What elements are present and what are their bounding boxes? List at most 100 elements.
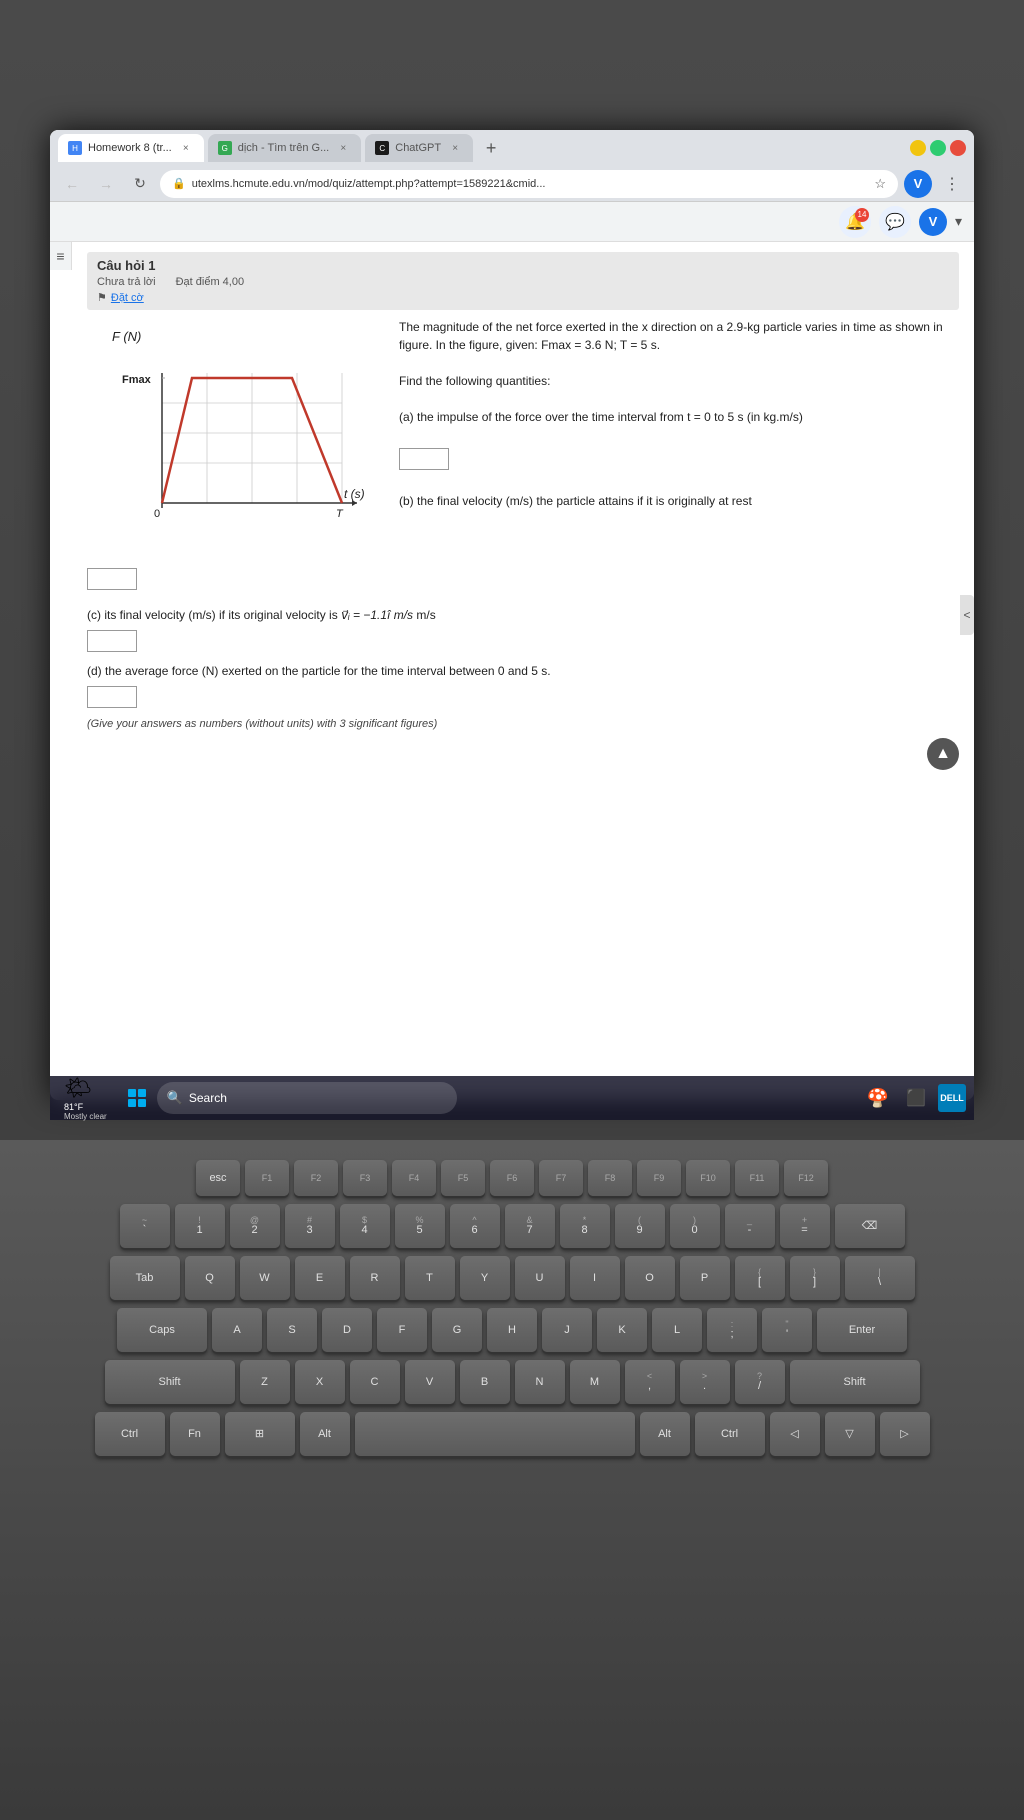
key-tab[interactable]: Tab (110, 1256, 180, 1300)
key-f7[interactable]: F7 (539, 1160, 583, 1196)
key-6[interactable]: ^6 (450, 1204, 500, 1248)
key-windows[interactable]: ⊞ (225, 1412, 295, 1456)
new-tab-button[interactable]: + (477, 134, 505, 162)
key-f12[interactable]: F12 (784, 1160, 828, 1196)
key-1[interactable]: !1 (175, 1204, 225, 1248)
tab3-close[interactable]: × (447, 140, 463, 156)
key-f4[interactable]: F4 (392, 1160, 436, 1196)
bookmark-star-icon[interactable]: ☆ (874, 176, 886, 192)
sidebar-toggle-button[interactable]: < (960, 595, 974, 635)
key-right-shift[interactable]: Shift (790, 1360, 920, 1404)
key-backslash[interactable]: |\ (845, 1256, 915, 1300)
tab2-close[interactable]: × (335, 140, 351, 156)
scroll-to-top-button[interactable]: ▲ (927, 738, 959, 770)
key-v[interactable]: V (405, 1360, 455, 1404)
key-left-alt[interactable]: Alt (300, 1412, 350, 1456)
key-l[interactable]: L (652, 1308, 702, 1352)
key-f9[interactable]: F9 (637, 1160, 681, 1196)
key-period[interactable]: >. (680, 1360, 730, 1404)
key-arrow-right[interactable]: ▷ (880, 1412, 930, 1456)
key-right-alt[interactable]: Alt (640, 1412, 690, 1456)
key-q[interactable]: Q (185, 1256, 235, 1300)
answer-d-input[interactable] (87, 686, 137, 708)
key-z[interactable]: Z (240, 1360, 290, 1404)
key-h[interactable]: H (487, 1308, 537, 1352)
key-backtick[interactable]: ~` (120, 1204, 170, 1248)
key-backspace[interactable]: ⌫ (835, 1204, 905, 1248)
key-x[interactable]: X (295, 1360, 345, 1404)
key-left-shift[interactable]: Shift (105, 1360, 235, 1404)
key-caps[interactable]: Caps (117, 1308, 207, 1352)
key-f10[interactable]: F10 (686, 1160, 730, 1196)
answer-a-right-input[interactable] (399, 448, 449, 470)
key-p[interactable]: P (680, 1256, 730, 1300)
key-t[interactable]: T (405, 1256, 455, 1300)
refresh-button[interactable]: ↻ (126, 170, 154, 198)
key-u[interactable]: U (515, 1256, 565, 1300)
weather-widget[interactable]: 🌤 81°F Mostly clear (58, 1075, 113, 1121)
key-f[interactable]: F (377, 1308, 427, 1352)
profile-dropdown-btn[interactable]: ▾ (955, 213, 962, 230)
key-arrow-down[interactable]: ▽ (825, 1412, 875, 1456)
chat-button[interactable]: 💬 (879, 206, 911, 238)
taskbar-app-square-icon[interactable]: ⬛ (900, 1082, 932, 1114)
key-g[interactable]: G (432, 1308, 482, 1352)
key-n[interactable]: N (515, 1360, 565, 1404)
window-minimize-btn[interactable] (910, 140, 926, 156)
key-m[interactable]: M (570, 1360, 620, 1404)
key-e[interactable]: E (295, 1256, 345, 1300)
key-r[interactable]: R (350, 1256, 400, 1300)
browser-tab-2[interactable]: G dịch - Tìm trên G... × (208, 134, 362, 162)
key-enter[interactable]: Enter (817, 1308, 907, 1352)
answer-a-input[interactable] (87, 568, 137, 590)
key-7[interactable]: &7 (505, 1204, 555, 1248)
key-9[interactable]: (9 (615, 1204, 665, 1248)
key-3[interactable]: #3 (285, 1204, 335, 1248)
answer-c-input[interactable] (87, 630, 137, 652)
flag-button[interactable]: Đặt cờ (111, 292, 144, 304)
key-i[interactable]: I (570, 1256, 620, 1300)
key-f11[interactable]: F11 (735, 1160, 779, 1196)
taskbar-search-bar[interactable]: 🔍 Search (157, 1082, 457, 1114)
tab1-close[interactable]: × (178, 140, 194, 156)
key-arrow-left[interactable]: ◁ (770, 1412, 820, 1456)
key-f8[interactable]: F8 (588, 1160, 632, 1196)
browser-menu-button[interactable]: ⋮ (938, 170, 966, 198)
key-y[interactable]: Y (460, 1256, 510, 1300)
back-button[interactable]: ← (58, 170, 86, 198)
key-f3[interactable]: F3 (343, 1160, 387, 1196)
profile-avatar-button[interactable]: V (919, 208, 947, 236)
key-0[interactable]: )0 (670, 1204, 720, 1248)
key-equals[interactable]: += (780, 1204, 830, 1248)
key-f5[interactable]: F5 (441, 1160, 485, 1196)
key-j[interactable]: J (542, 1308, 592, 1352)
key-8[interactable]: *8 (560, 1204, 610, 1248)
key-right-ctrl[interactable]: Ctrl (695, 1412, 765, 1456)
key-c[interactable]: C (350, 1360, 400, 1404)
browser-tab-1[interactable]: H Homework 8 (tr... × (58, 134, 204, 162)
key-bracket-right[interactable]: }] (790, 1256, 840, 1300)
key-4[interactable]: $4 (340, 1204, 390, 1248)
key-2[interactable]: @2 (230, 1204, 280, 1248)
profile-button[interactable]: V (904, 170, 932, 198)
key-f2[interactable]: F2 (294, 1160, 338, 1196)
key-f1[interactable]: F1 (245, 1160, 289, 1196)
browser-tab-3[interactable]: C ChatGPT × (365, 134, 473, 162)
address-bar[interactable]: 🔒 utexlms.hcmute.edu.vn/mod/quiz/attempt… (160, 170, 898, 198)
start-button[interactable] (121, 1082, 153, 1114)
key-esc[interactable]: esc (196, 1160, 240, 1196)
key-semicolon[interactable]: :; (707, 1308, 757, 1352)
taskbar-dell-icon[interactable]: DELL (938, 1084, 966, 1112)
hamburger-menu-icon[interactable]: ≡ (51, 246, 71, 266)
key-fn[interactable]: Fn (170, 1412, 220, 1456)
key-a[interactable]: A (212, 1308, 262, 1352)
window-maximize-btn[interactable] (930, 140, 946, 156)
key-minus[interactable]: _- (725, 1204, 775, 1248)
key-bracket-left[interactable]: {[ (735, 1256, 785, 1300)
notification-bell-button[interactable]: 🔔 14 (839, 206, 871, 238)
window-close-btn[interactable] (950, 140, 966, 156)
key-s[interactable]: S (267, 1308, 317, 1352)
key-f6[interactable]: F6 (490, 1160, 534, 1196)
key-b[interactable]: B (460, 1360, 510, 1404)
key-spacebar[interactable] (355, 1412, 635, 1456)
